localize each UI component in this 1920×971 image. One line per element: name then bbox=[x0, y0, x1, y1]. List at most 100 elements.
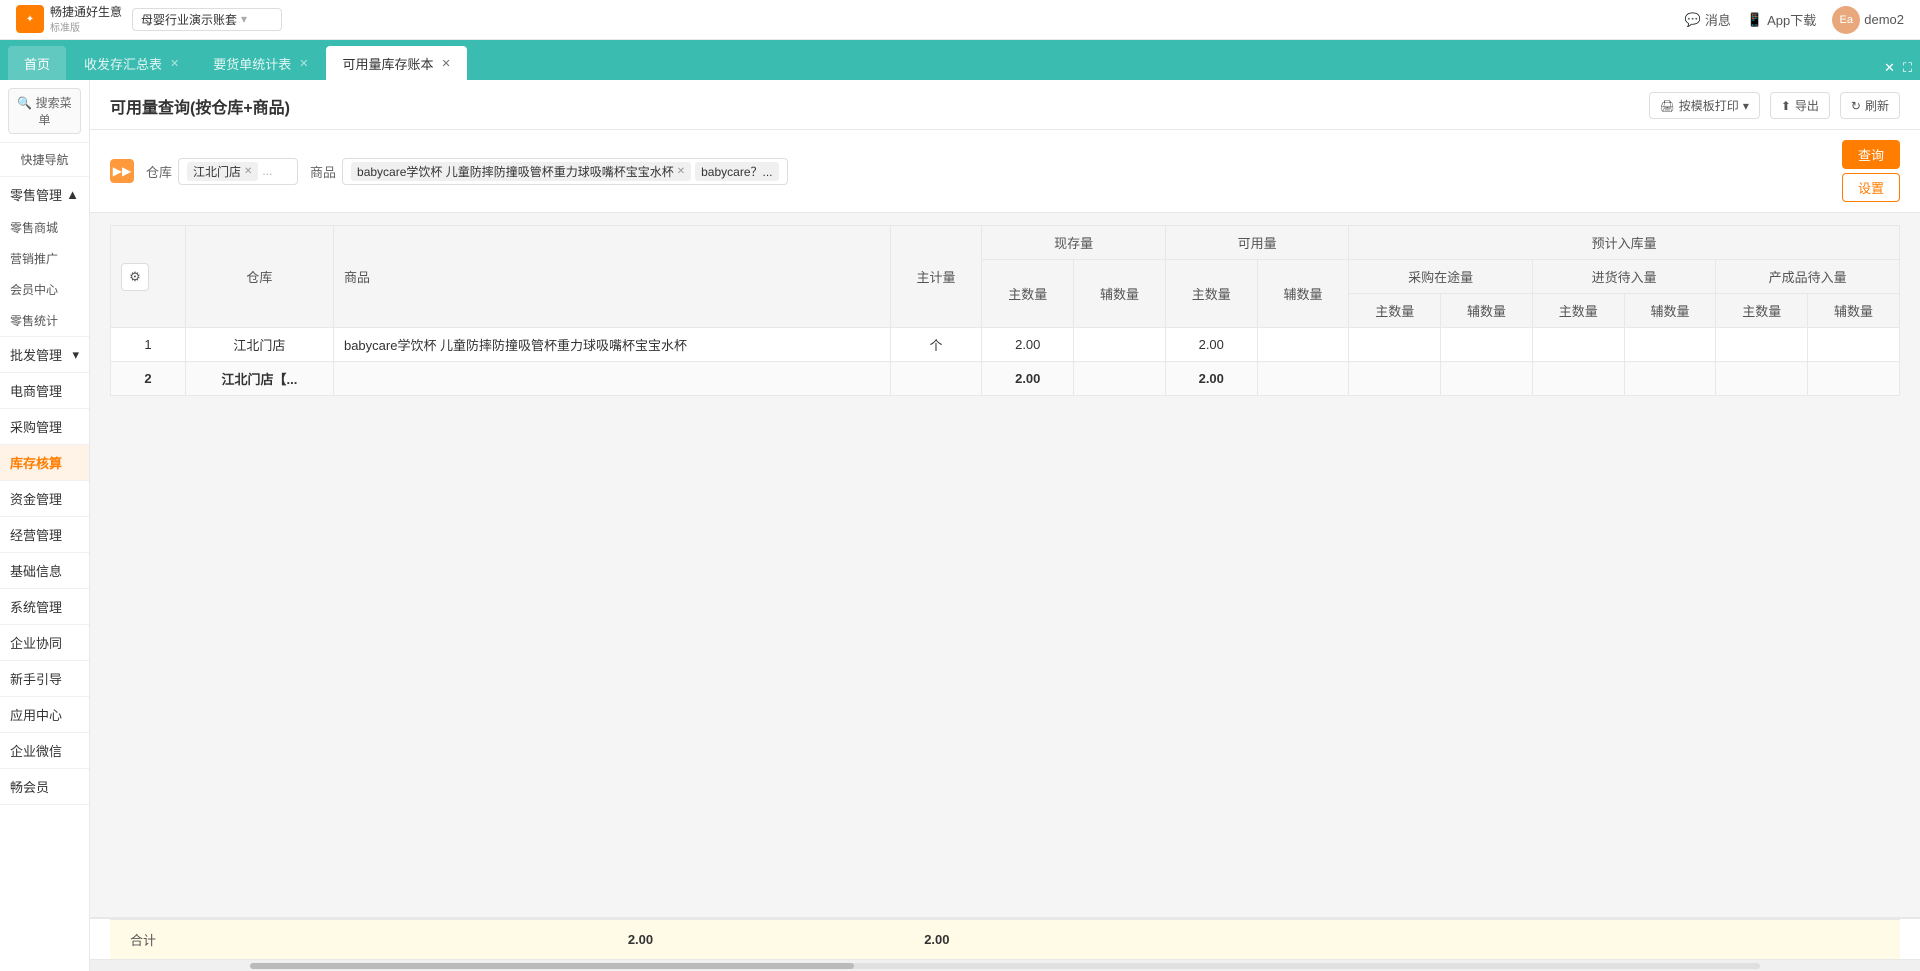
product-tag-1-close[interactable]: ✕ bbox=[677, 166, 685, 177]
refresh-icon: ↻ bbox=[1851, 99, 1861, 113]
sidebar-group-member2-header[interactable]: 畅会员 bbox=[0, 769, 89, 804]
logo-icon: ✦ bbox=[16, 5, 44, 33]
phone-icon: 📱 bbox=[1747, 12, 1763, 28]
row-avail-aux bbox=[1257, 362, 1349, 396]
user-avatar: Ea bbox=[1832, 6, 1860, 34]
sidebar-group-enterprise-label: 企业协同 bbox=[10, 633, 62, 652]
row-no: 1 bbox=[111, 328, 186, 362]
sidebar-item-retail-stats[interactable]: 零售统计 bbox=[0, 305, 89, 336]
message-label: 消息 bbox=[1705, 10, 1731, 29]
user-area[interactable]: Ea demo2 bbox=[1832, 6, 1904, 34]
table-header-row-1: ⚙ 仓库 商品 主计量 现存量 可用量 预计入库量 bbox=[111, 226, 1900, 260]
col-purch-main-header: 主数量 bbox=[1349, 294, 1441, 328]
table-row: 2 江北门店【... 2.00 2.00 bbox=[111, 362, 1900, 396]
sidebar-group-app-center-header[interactable]: 应用中心 bbox=[0, 697, 89, 732]
col-unit-header: 主计量 bbox=[890, 226, 982, 328]
username: demo2 bbox=[1864, 12, 1904, 27]
export-btn[interactable]: ⬆ 导出 bbox=[1770, 92, 1830, 119]
search-menu-btn[interactable]: 🔍 搜索菜单 bbox=[8, 88, 81, 134]
quick-nav-btn[interactable]: 快捷导航 bbox=[0, 143, 89, 177]
row-avail-main: 2.00 bbox=[1165, 328, 1257, 362]
sidebar-group-enterprise-header[interactable]: 企业协同 bbox=[0, 625, 89, 660]
tab-requisition-close[interactable]: ✕ bbox=[299, 57, 308, 70]
message-icon: 💬 bbox=[1685, 12, 1701, 28]
refresh-btn[interactable]: ↻ 刷新 bbox=[1840, 92, 1900, 119]
warehouse-tag: 江北门店 ✕ bbox=[187, 162, 258, 181]
filter-buttons: 查询 设置 bbox=[1842, 140, 1900, 202]
tab-home[interactable]: 首页 bbox=[8, 46, 66, 80]
table-settings-icon[interactable]: ⚙ bbox=[121, 263, 149, 291]
col-inbound-pending-header: 进货待入量 bbox=[1532, 260, 1716, 294]
sidebar-group-app-center-label: 应用中心 bbox=[10, 705, 62, 724]
app-download-btn[interactable]: 📱 App下载 bbox=[1747, 10, 1816, 29]
sidebar-group-wholesale-header[interactable]: 批发管理 ▾ bbox=[0, 337, 89, 372]
sidebar-group-finance-header[interactable]: 资金管理 bbox=[0, 481, 89, 516]
top-bar-right: 💬 消息 📱 App下载 Ea demo2 bbox=[1685, 6, 1904, 34]
row-unit: 个 bbox=[890, 328, 982, 362]
tab-inventory-label: 可用量库存账本 bbox=[342, 54, 433, 73]
sidebar-group-finance-label: 资金管理 bbox=[10, 489, 62, 508]
col-finished-aux-header: 辅数量 bbox=[1808, 294, 1900, 328]
template-print-btn[interactable]: 🖨 按模板打印 ▾ bbox=[1649, 92, 1760, 119]
template-dropdown-icon: ▾ bbox=[1743, 99, 1749, 113]
total-row: 合计 2.00 2.00 bbox=[110, 919, 1900, 959]
sidebar-group-wholesale: 批发管理 ▾ bbox=[0, 337, 89, 373]
sidebar-item-member[interactable]: 会员中心 bbox=[0, 274, 89, 305]
sidebar-group-inventory-header[interactable]: 库存核算 bbox=[0, 445, 89, 480]
nav-tab-actions: ✕ ⛶ bbox=[1884, 60, 1912, 80]
row-purch-main bbox=[1349, 362, 1441, 396]
col-finished-main-header: 主数量 bbox=[1716, 294, 1808, 328]
sidebar-group-newbie-header[interactable]: 新手引导 bbox=[0, 661, 89, 696]
warehouse-filter-more[interactable]: ... bbox=[262, 164, 272, 178]
row-finished-main bbox=[1716, 328, 1808, 362]
row-stock-main: 2.00 bbox=[982, 362, 1074, 396]
message-btn[interactable]: 💬 消息 bbox=[1685, 10, 1731, 29]
sidebar-group-ecommerce-header[interactable]: 电商管理 bbox=[0, 373, 89, 408]
tab-expand-icon[interactable]: ⛶ bbox=[1903, 60, 1912, 76]
tab-close-all-icon[interactable]: ✕ bbox=[1884, 60, 1895, 76]
filter-toggle-btn[interactable]: ▶▶ bbox=[110, 159, 134, 183]
tab-requisition[interactable]: 要货单统计表 ✕ bbox=[197, 46, 324, 80]
sidebar-group-inventory: 库存核算 bbox=[0, 445, 89, 481]
main-wrapper: 🔍 搜索菜单 快捷导航 零售管理 ▲ 零售商城 营销推广 会员中心 零售统计 bbox=[0, 80, 1920, 971]
sidebar-group-system-header[interactable]: 系统管理 bbox=[0, 589, 89, 624]
tab-inventory[interactable]: 可用量库存账本 ✕ bbox=[326, 46, 466, 80]
query-btn[interactable]: 查询 bbox=[1842, 140, 1900, 169]
row-finished-main bbox=[1716, 362, 1808, 396]
setting-btn[interactable]: 设置 bbox=[1842, 173, 1900, 202]
sidebar-item-marketing[interactable]: 营销推广 bbox=[0, 243, 89, 274]
sidebar-group-basics-header[interactable]: 基础信息 bbox=[0, 553, 89, 588]
sidebar-group-purchase-header[interactable]: 采购管理 bbox=[0, 409, 89, 444]
tab-inventory-close[interactable]: ✕ bbox=[442, 57, 451, 70]
warehouse-tag-box[interactable]: 江北门店 ✕ ... bbox=[178, 158, 298, 185]
col-settings: ⚙ bbox=[111, 226, 186, 328]
row-inbound-aux bbox=[1624, 328, 1716, 362]
sidebar-item-retail-mall[interactable]: 零售商城 bbox=[0, 212, 89, 243]
sidebar-group-retail-header[interactable]: 零售管理 ▲ bbox=[0, 177, 89, 212]
tenant-selector[interactable]: 母婴行业演示账套 ▾ bbox=[132, 8, 282, 31]
sidebar-group-enterprise: 企业协同 bbox=[0, 625, 89, 661]
sidebar-group-wholesale-label: 批发管理 bbox=[10, 345, 62, 364]
sidebar-group-basics-label: 基础信息 bbox=[10, 561, 62, 580]
tab-home-label: 首页 bbox=[24, 54, 50, 73]
tab-receipts[interactable]: 收发存汇总表 ✕ bbox=[68, 46, 195, 80]
product-filter: 商品 babycare学饮杯 儿童防摔防撞吸管杯重力球吸嘴杯宝宝水杯 ✕ bab… bbox=[310, 158, 787, 185]
sidebar-group-enterprise-wechat-header[interactable]: 企业微信 bbox=[0, 733, 89, 768]
col-inbound-aux-header: 辅数量 bbox=[1624, 294, 1716, 328]
tenant-dropdown-icon: ▾ bbox=[241, 12, 247, 26]
tab-receipts-close[interactable]: ✕ bbox=[170, 57, 179, 70]
sidebar-group-system: 系统管理 bbox=[0, 589, 89, 625]
scrollbar-thumb[interactable] bbox=[250, 963, 854, 969]
sidebar-group-newbie: 新手引导 bbox=[0, 661, 89, 697]
sidebar-group-operations-header[interactable]: 经营管理 bbox=[0, 517, 89, 552]
row-stock-main: 2.00 bbox=[982, 328, 1074, 362]
sidebar-group-operations: 经营管理 bbox=[0, 517, 89, 553]
col-inbound-main-header: 主数量 bbox=[1532, 294, 1624, 328]
warehouse-tag-close[interactable]: ✕ bbox=[244, 166, 252, 177]
product-tag-box[interactable]: babycare学饮杯 儿童防摔防撞吸管杯重力球吸嘴杯宝宝水杯 ✕ babyca… bbox=[342, 158, 787, 185]
table-wrapper: ⚙ 仓库 商品 主计量 现存量 可用量 预计入库量 主数量 辅数量 主数量 辅数… bbox=[90, 213, 1920, 917]
page-title: 可用量查询(按仓库+商品) bbox=[110, 94, 290, 128]
tab-requisition-label: 要货单统计表 bbox=[213, 54, 291, 73]
col-purch-aux-header: 辅数量 bbox=[1441, 294, 1533, 328]
tenant-name: 母婴行业演示账套 bbox=[141, 11, 237, 28]
